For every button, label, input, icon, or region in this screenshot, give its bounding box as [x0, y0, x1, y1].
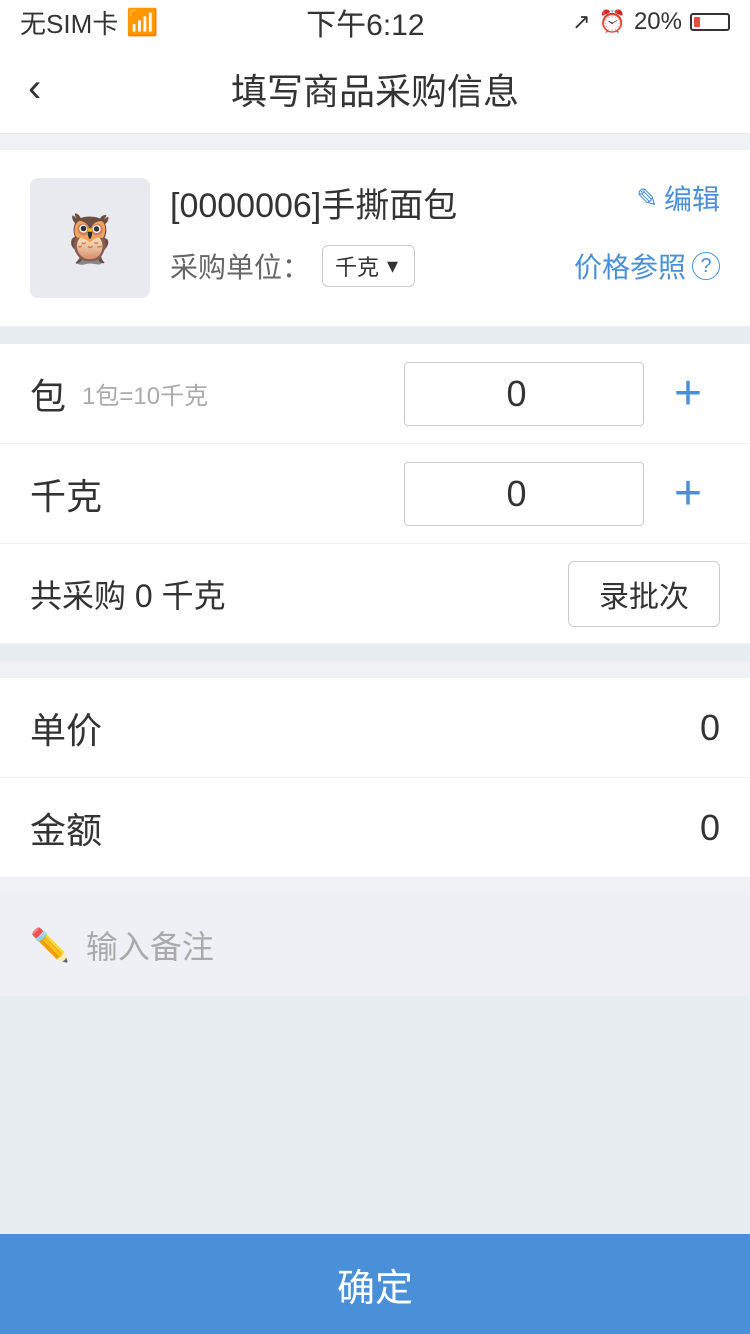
amount-value: 0 [700, 807, 720, 849]
alarm-icon: ⏰ [599, 9, 626, 35]
amount-label: 金额 [30, 802, 102, 854]
product-card: 🦉 [0000006]手撕面包 ✎ 编辑 采购单位： 千克 ▾ 价格参照 ? [0, 150, 750, 326]
product-image: 🦉 [30, 178, 150, 298]
edit-button[interactable]: ✎ 编辑 [636, 178, 720, 218]
summary-text: 共采购 0 千克 [30, 571, 226, 617]
edit-label: 编辑 [664, 178, 720, 218]
bag-label: 包 [30, 368, 66, 420]
status-bar: 无SIM卡 📶 下午6:12 ↗ ⏰ 20% [0, 0, 750, 44]
batch-button[interactable]: 录批次 [568, 561, 720, 627]
kg-row: 千克 + [0, 444, 750, 544]
bag-row: 包 1包=10千克 + [0, 344, 750, 444]
summary-unit: 千克 [162, 578, 226, 614]
note-section[interactable]: ✏️ 输入备注 [0, 894, 750, 996]
unit-left: 采购单位： 千克 ▾ [170, 245, 415, 287]
kg-plus-button[interactable]: + [656, 462, 720, 526]
battery-icon [690, 13, 730, 31]
confirm-button[interactable]: 确定 [0, 1234, 750, 1334]
page-title: 填写商品采购信息 [231, 63, 519, 115]
price-ref-button[interactable]: 价格参照 ? [574, 246, 720, 286]
carrier-label: 无SIM卡 [20, 4, 118, 41]
amount-row: 金额 0 [0, 778, 750, 878]
bag-input-wrapper: + [224, 362, 720, 426]
price-section: 单价 0 金额 0 [0, 678, 750, 878]
unit-select-button[interactable]: 千克 ▾ [322, 245, 415, 287]
product-header: [0000006]手撕面包 ✎ 编辑 [170, 178, 720, 227]
separator-1 [0, 326, 750, 344]
bag-plus-button[interactable]: + [656, 362, 720, 426]
edit-icon: ✎ [636, 183, 658, 214]
summary-row: 共采购 0 千克 录批次 [0, 544, 750, 644]
unit-price-label: 单价 [30, 702, 102, 754]
bag-input[interactable] [404, 362, 644, 426]
price-ref-label: 价格参照 [574, 246, 686, 286]
unit-value: 千克 [335, 250, 379, 282]
time-label: 下午6:12 [306, 0, 424, 44]
product-name: [0000006]手撕面包 [170, 178, 457, 227]
help-icon: ? [692, 252, 720, 280]
kg-input-wrapper: + [118, 462, 720, 526]
form-section: 包 1包=10千克 + 千克 + 共采购 0 千克 录批次 [0, 344, 750, 644]
unit-price-value: 0 [700, 707, 720, 749]
status-left: 无SIM卡 📶 [20, 4, 159, 41]
separator-2 [0, 644, 750, 662]
product-logo: 🦉 [60, 210, 120, 267]
unit-price-row: 单价 0 [0, 678, 750, 778]
note-placeholder: 输入备注 [86, 922, 214, 968]
battery-percent: 20% [634, 8, 682, 36]
back-button[interactable]: ‹ [28, 66, 41, 111]
pencil-icon: ✏️ [30, 926, 70, 964]
bag-sublabel: 1包=10千克 [82, 376, 208, 411]
kg-label: 千克 [30, 468, 102, 520]
dropdown-icon: ▾ [387, 253, 398, 279]
status-right: ↗ ⏰ 20% [572, 8, 730, 36]
nav-bar: ‹ 填写商品采购信息 [0, 44, 750, 134]
product-unit-row: 采购单位： 千克 ▾ 价格参照 ? [170, 245, 720, 287]
summary-amount: 0 [135, 578, 162, 614]
wifi-icon: 📶 [126, 7, 158, 38]
summary-label: 共采购 [30, 578, 135, 614]
product-info: [0000006]手撕面包 ✎ 编辑 采购单位： 千克 ▾ 价格参照 ? [170, 178, 720, 287]
kg-input[interactable] [404, 462, 644, 526]
unit-prefix-label: 采购单位： [170, 246, 310, 286]
location-icon: ↗ [572, 9, 590, 35]
